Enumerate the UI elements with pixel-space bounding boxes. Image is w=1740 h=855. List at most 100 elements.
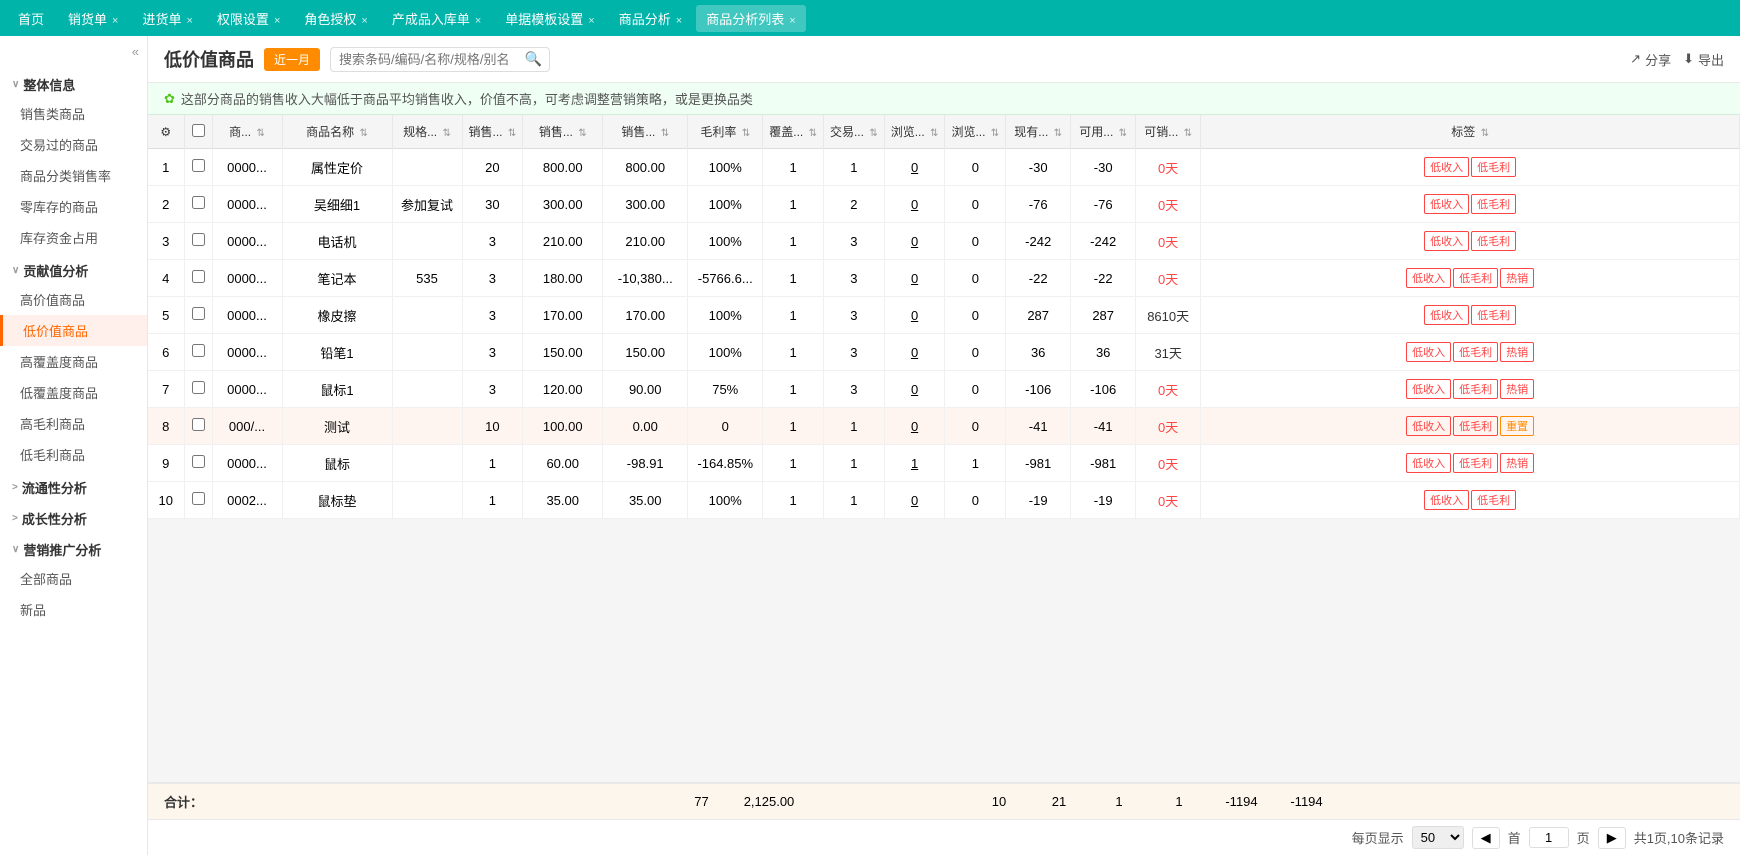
- nav-item-角色授权[interactable]: 角色授权×: [294, 5, 377, 32]
- row-name: 橡皮擦: [282, 297, 392, 334]
- sidebar-item-高价值商品[interactable]: 高价值商品: [0, 284, 147, 315]
- select-all-checkbox[interactable]: [192, 124, 205, 137]
- search-icon-btn[interactable]: 🔍: [525, 51, 542, 68]
- col-tags[interactable]: 标签 ⇅: [1201, 115, 1740, 149]
- sidebar-collapse-btn[interactable]: «: [0, 36, 147, 67]
- col-code[interactable]: 商... ⇅: [212, 115, 282, 149]
- row-code: 0000...: [212, 297, 282, 334]
- sidebar-item-高覆盖度商品[interactable]: 高覆盖度商品: [0, 346, 147, 377]
- nav-item-权限设置[interactable]: 权限设置×: [207, 5, 290, 32]
- page-number-input[interactable]: [1529, 827, 1569, 848]
- sidebar-item-库存资金占用[interactable]: 库存资金占用: [0, 222, 147, 253]
- page-label2: 页: [1577, 828, 1590, 847]
- row-checkbox-cell[interactable]: [184, 186, 212, 223]
- chevron-icon: ∨: [12, 544, 19, 555]
- row-trade: 1: [823, 482, 884, 519]
- sidebar-item-低价值商品[interactable]: 低价值商品: [0, 315, 147, 346]
- sidebar-item-低毛利商品[interactable]: 低毛利商品: [0, 439, 147, 470]
- sidebar-item-零库存的商品[interactable]: 零库存的商品: [0, 191, 147, 222]
- row-sales3: 210.00: [603, 223, 688, 260]
- close-icon[interactable]: ×: [274, 15, 280, 27]
- row-browse2: 0: [945, 297, 1006, 334]
- row-code: 0000...: [212, 445, 282, 482]
- col-browse2[interactable]: 浏览... ⇅: [945, 115, 1006, 149]
- close-icon[interactable]: ×: [112, 15, 118, 27]
- row-checkbox[interactable]: [192, 307, 205, 320]
- sidebar-group-贡献值分析[interactable]: ∨贡献值分析: [0, 253, 147, 284]
- row-checkbox[interactable]: [192, 381, 205, 394]
- sidebar-item-高毛利商品[interactable]: 高毛利商品: [0, 408, 147, 439]
- sidebar-item-新品[interactable]: 新品: [0, 594, 147, 625]
- nav-item-商品分析[interactable]: 商品分析×: [609, 5, 692, 32]
- row-saleable: 0天: [1136, 223, 1201, 260]
- sidebar-group-整体信息[interactable]: ∨整体信息: [0, 67, 147, 98]
- page-size-select[interactable]: 50 100: [1412, 826, 1464, 849]
- row-code: 0000...: [212, 149, 282, 186]
- sidebar-group-流通性分析[interactable]: >流通性分析: [0, 470, 147, 501]
- sidebar-group-营销推广分析[interactable]: ∨营销推广分析: [0, 532, 147, 563]
- col-available[interactable]: 可用... ⇅: [1071, 115, 1136, 149]
- sidebar-group-成长性分析[interactable]: >成长性分析: [0, 501, 147, 532]
- sidebar-item-销售类商品[interactable]: 销售类商品: [0, 98, 147, 129]
- nav-item-商品分析列表[interactable]: 商品分析列表×: [696, 5, 805, 32]
- row-checkbox-cell[interactable]: [184, 223, 212, 260]
- close-icon[interactable]: ×: [475, 15, 481, 27]
- row-checkbox-cell[interactable]: [184, 260, 212, 297]
- col-sales2[interactable]: 销售... ⇅: [523, 115, 603, 149]
- tag-热销: 热销: [1500, 379, 1534, 399]
- nav-item-产成品入库单[interactable]: 产成品入库单×: [382, 5, 491, 32]
- next-page-btn[interactable]: ▶: [1598, 827, 1626, 849]
- close-icon[interactable]: ×: [676, 15, 682, 27]
- row-current: -41: [1006, 408, 1071, 445]
- close-icon[interactable]: ×: [186, 15, 192, 27]
- row-checkbox[interactable]: [192, 344, 205, 357]
- filter-month-btn[interactable]: 近一月: [264, 48, 320, 71]
- table-wrapper[interactable]: ⚙ 商... ⇅ 商品名称 ⇅ 规格... ⇅ 销售... ⇅ 销售... ⇅ …: [148, 115, 1740, 782]
- col-trade[interactable]: 交易... ⇅: [823, 115, 884, 149]
- nav-item-首页[interactable]: 首页: [8, 5, 54, 32]
- share-btn[interactable]: ↗ 分享: [1630, 50, 1671, 69]
- row-checkbox[interactable]: [192, 270, 205, 283]
- row-checkbox-cell[interactable]: [184, 408, 212, 445]
- col-saleable[interactable]: 可销... ⇅: [1136, 115, 1201, 149]
- col-sales1[interactable]: 销售... ⇅: [462, 115, 523, 149]
- row-current: -76: [1006, 186, 1071, 223]
- col-settings[interactable]: ⚙: [148, 115, 184, 149]
- row-checkbox-cell[interactable]: [184, 334, 212, 371]
- row-checkbox[interactable]: [192, 455, 205, 468]
- search-input[interactable]: [330, 47, 550, 72]
- row-checkbox-cell[interactable]: [184, 445, 212, 482]
- row-checkbox[interactable]: [192, 196, 205, 209]
- row-checkbox-cell[interactable]: [184, 371, 212, 408]
- sidebar-item-商品分类销售率[interactable]: 商品分类销售率: [0, 160, 147, 191]
- row-checkbox[interactable]: [192, 159, 205, 172]
- browse1-link[interactable]: 1: [911, 456, 918, 471]
- export-btn[interactable]: ⬇ 导出: [1683, 50, 1724, 69]
- col-browse1[interactable]: 浏览... ⇅: [884, 115, 945, 149]
- nav-item-销货单[interactable]: 销货单×: [58, 5, 128, 32]
- close-icon[interactable]: ×: [588, 15, 594, 27]
- row-browse1[interactable]: 1: [884, 445, 945, 482]
- col-spec[interactable]: 规格... ⇅: [392, 115, 462, 149]
- nav-item-单据模板设置[interactable]: 单据模板设置×: [495, 5, 604, 32]
- first-page-btn[interactable]: ◀: [1472, 827, 1500, 849]
- col-sales3[interactable]: 销售... ⇅: [603, 115, 688, 149]
- tag-低收入: 低收入: [1424, 305, 1469, 325]
- row-checkbox[interactable]: [192, 418, 205, 431]
- tag-低收入: 低收入: [1424, 157, 1469, 177]
- row-checkbox[interactable]: [192, 492, 205, 505]
- col-name[interactable]: 商品名称 ⇅: [282, 115, 392, 149]
- nav-item-进货单[interactable]: 进货单×: [132, 5, 202, 32]
- col-margin[interactable]: 毛利率 ⇅: [688, 115, 763, 149]
- close-icon[interactable]: ×: [361, 15, 367, 27]
- sidebar-item-低覆盖度商品[interactable]: 低覆盖度商品: [0, 377, 147, 408]
- row-checkbox-cell[interactable]: [184, 297, 212, 334]
- col-current[interactable]: 现有... ⇅: [1006, 115, 1071, 149]
- sidebar-item-交易过的商品[interactable]: 交易过的商品: [0, 129, 147, 160]
- row-checkbox-cell[interactable]: [184, 149, 212, 186]
- col-coverage[interactable]: 覆盖... ⇅: [763, 115, 824, 149]
- row-checkbox[interactable]: [192, 233, 205, 246]
- close-icon[interactable]: ×: [789, 15, 795, 27]
- row-checkbox-cell[interactable]: [184, 482, 212, 519]
- sidebar-item-全部商品[interactable]: 全部商品: [0, 563, 147, 594]
